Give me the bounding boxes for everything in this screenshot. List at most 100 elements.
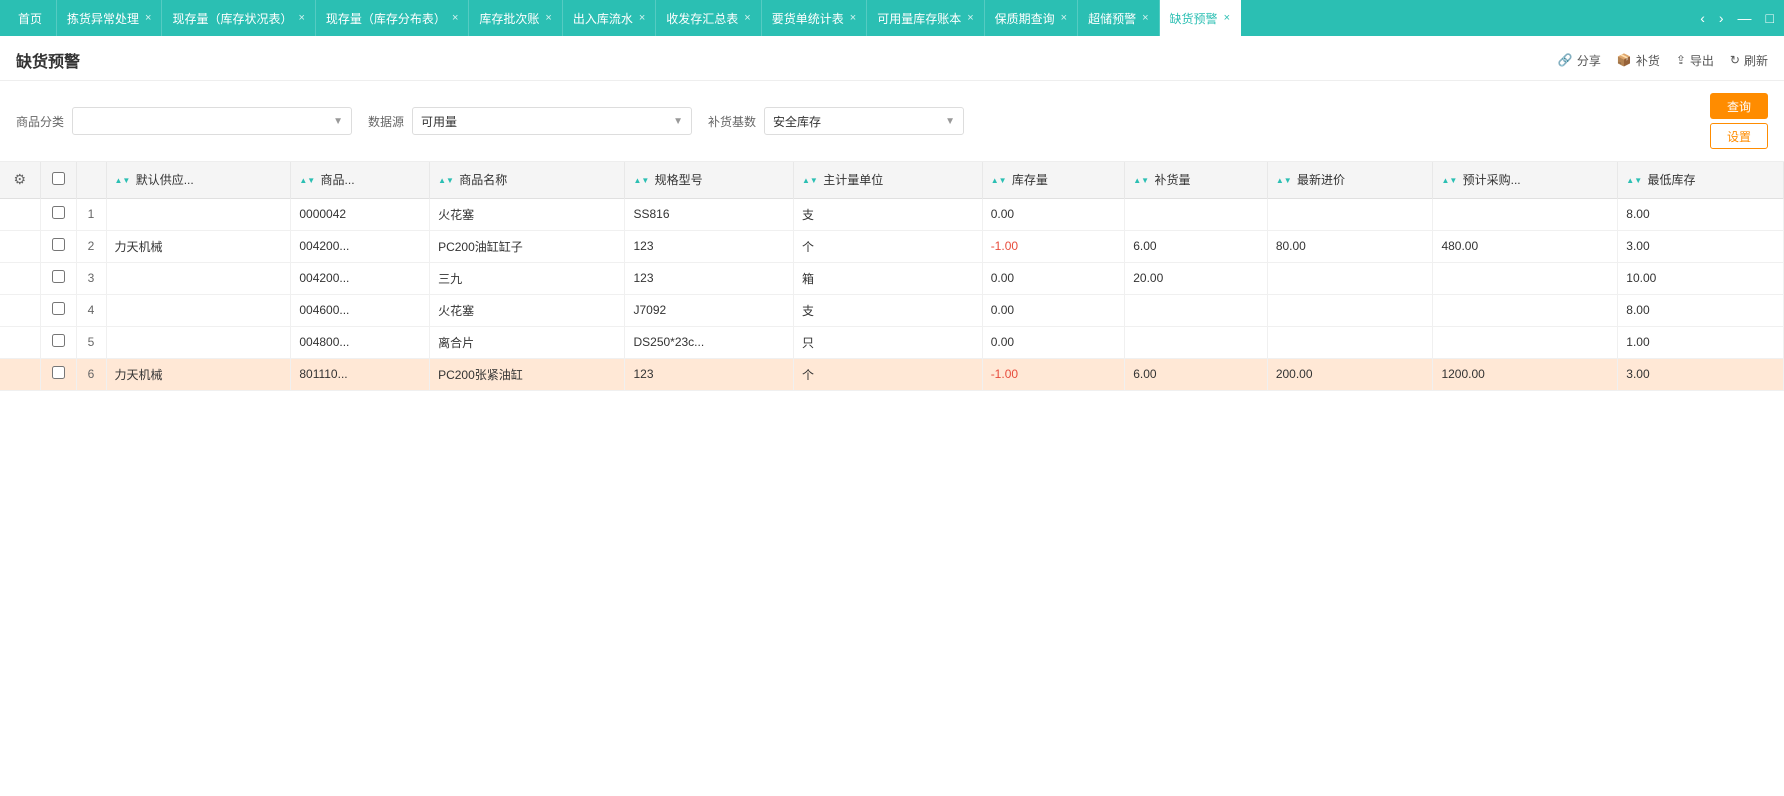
col-settings[interactable]: ⚙ [0,162,40,198]
tab-3-label: 现存量（库存分布表） [326,10,446,27]
tab-6-close[interactable]: × [744,12,750,24]
tab-1-close[interactable]: × [145,12,151,24]
replenish-button[interactable]: 📦 补货 [1617,52,1660,69]
table-row[interactable]: 5 004800... 离合片 DS250*23c... 只 0.00 1.00 [0,326,1784,358]
row-est-purchase-5: 1200.00 [1433,358,1618,390]
tab-5[interactable]: 出入库流水 × [563,0,656,36]
row-supplier-0 [106,198,291,230]
row-checkbox-cell-0[interactable] [40,198,76,230]
row-price-3 [1267,294,1433,326]
row-unit-0: 支 [794,198,983,230]
row-checkbox-0[interactable] [52,206,65,219]
select-all-checkbox[interactable] [52,172,65,185]
tab-3[interactable]: 现存量（库存分布表） × [316,0,469,36]
tab-11-close[interactable]: × [1224,12,1230,24]
min-stock-sort-icon: ▲▼ [1626,177,1642,185]
row-supplier-2 [106,262,291,294]
tab-next-button[interactable]: › [1713,6,1730,30]
row-code-5: 801110... [291,358,430,390]
tab-5-close[interactable]: × [639,12,645,24]
row-checkbox-1[interactable] [52,238,65,251]
tab-2-label: 现存量（库存状况表） [172,10,292,27]
row-checkbox-4[interactable] [52,334,65,347]
page-header: 缺货预警 🔗 分享 📦 补货 ⇪ 导出 ↻ 刷新 [0,36,1784,81]
col-min-stock-header[interactable]: ▲▼ 最低库存 [1618,162,1784,198]
gear-icon[interactable]: ⚙ [13,171,26,187]
table-container: ⚙ ▲▼ 默认供应... ▲▼ 商品... ▲▼ [0,162,1784,391]
tab-nav-buttons: ‹ › — □ [1694,6,1780,30]
row-replenish-5: 6.00 [1125,358,1268,390]
refresh-icon: ↻ [1730,53,1740,67]
table-row[interactable]: 4 004600... 火花塞 J7092 支 0.00 8.00 [0,294,1784,326]
row-checkbox-cell-1[interactable] [40,230,76,262]
tab-11[interactable]: 缺货预警 × [1160,0,1241,36]
tab-8-close[interactable]: × [967,12,973,24]
replenish-select[interactable]: 安全库存 ▼ [764,107,964,135]
table-row[interactable]: 1 0000042 火花塞 SS816 支 0.00 8.00 [0,198,1784,230]
col-spec-header[interactable]: ▲▼ 规格型号 [625,162,794,198]
tab-2-close[interactable]: × [298,12,304,24]
tab-8[interactable]: 可用量库存账本 × [867,0,984,36]
tab-9-close[interactable]: × [1061,12,1067,24]
col-stock-header[interactable]: ▲▼ 库存量 [982,162,1125,198]
row-checkbox-cell-3[interactable] [40,294,76,326]
tab-10[interactable]: 超储预警 × [1078,0,1159,36]
share-button[interactable]: 🔗 分享 [1558,52,1601,69]
est-purchase-sort-icon: ▲▼ [1441,177,1457,185]
tab-2[interactable]: 现存量（库存状况表） × [162,0,315,36]
main-area: 缺货预警 🔗 分享 📦 补货 ⇪ 导出 ↻ 刷新 商品分类 [0,36,1784,796]
col-replenish-header[interactable]: ▲▼ 补货量 [1125,162,1268,198]
row-settings-5 [0,358,40,390]
row-checkbox-cell-4[interactable] [40,326,76,358]
row-checkbox-cell-5[interactable] [40,358,76,390]
row-checkbox-3[interactable] [52,302,65,315]
col-checkbox-header[interactable] [40,162,76,198]
table-row[interactable]: 3 004200... 三九 123 箱 0.00 20.00 10.00 [0,262,1784,294]
tab-3-close[interactable]: × [452,12,458,24]
category-select[interactable]: ▼ [72,107,352,135]
tab-4-close[interactable]: × [545,12,551,24]
row-checkbox-2[interactable] [52,270,65,283]
window-maximize-button[interactable]: □ [1760,6,1780,30]
tab-6-label: 收发存汇总表 [666,10,738,27]
row-replenish-3 [1125,294,1268,326]
datasource-select-value: 可用量 [421,113,457,130]
col-unit-header[interactable]: ▲▼ 主计量单位 [794,162,983,198]
query-button[interactable]: 查询 [1710,93,1768,119]
row-checkbox-5[interactable] [52,366,65,379]
tab-10-close[interactable]: × [1142,12,1148,24]
col-replenish-label: 补货量 [1154,173,1190,187]
col-code-header[interactable]: ▲▼ 商品... [291,162,430,198]
tab-9[interactable]: 保质期查询 × [985,0,1078,36]
tab-home-label: 首页 [18,10,42,27]
export-button[interactable]: ⇪ 导出 [1676,52,1714,69]
tab-home[interactable]: 首页 [4,0,57,36]
col-price-header[interactable]: ▲▼ 最新进价 [1267,162,1433,198]
col-est-purchase-header[interactable]: ▲▼ 预计采购... [1433,162,1618,198]
refresh-button[interactable]: ↻ 刷新 [1730,52,1768,69]
tab-6[interactable]: 收发存汇总表 × [656,0,761,36]
share-icon: 🔗 [1558,53,1573,67]
col-supplier-header[interactable]: ▲▼ 默认供应... [106,162,291,198]
settings-button[interactable]: 设置 [1710,123,1768,149]
spec-sort-icon: ▲▼ [633,177,649,185]
row-unit-4: 只 [794,326,983,358]
tab-7-close[interactable]: × [850,12,856,24]
replenish-label: 补货 [1636,52,1660,69]
row-unit-5: 个 [794,358,983,390]
row-num-5: 6 [76,358,106,390]
tab-4[interactable]: 库存批次账 × [469,0,562,36]
tab-9-label: 保质期查询 [995,10,1055,27]
table-row[interactable]: 6 力天机械 801110... PC200张紧油缸 123 个 -1.00 6… [0,358,1784,390]
datasource-select[interactable]: 可用量 ▼ [412,107,692,135]
col-name-header[interactable]: ▲▼ 商品名称 [430,162,625,198]
tab-prev-button[interactable]: ‹ [1694,6,1711,30]
table-row[interactable]: 2 力天机械 004200... PC200油缸缸子 123 个 -1.00 6… [0,230,1784,262]
export-label: 导出 [1690,52,1714,69]
tab-7[interactable]: 要货单统计表 × [762,0,867,36]
tab-1[interactable]: 拣货异常处理 × [57,0,162,36]
code-sort-icon: ▲▼ [299,177,315,185]
window-minimize-button[interactable]: — [1732,6,1758,30]
col-price-label: 最新进价 [1297,173,1345,187]
row-checkbox-cell-2[interactable] [40,262,76,294]
